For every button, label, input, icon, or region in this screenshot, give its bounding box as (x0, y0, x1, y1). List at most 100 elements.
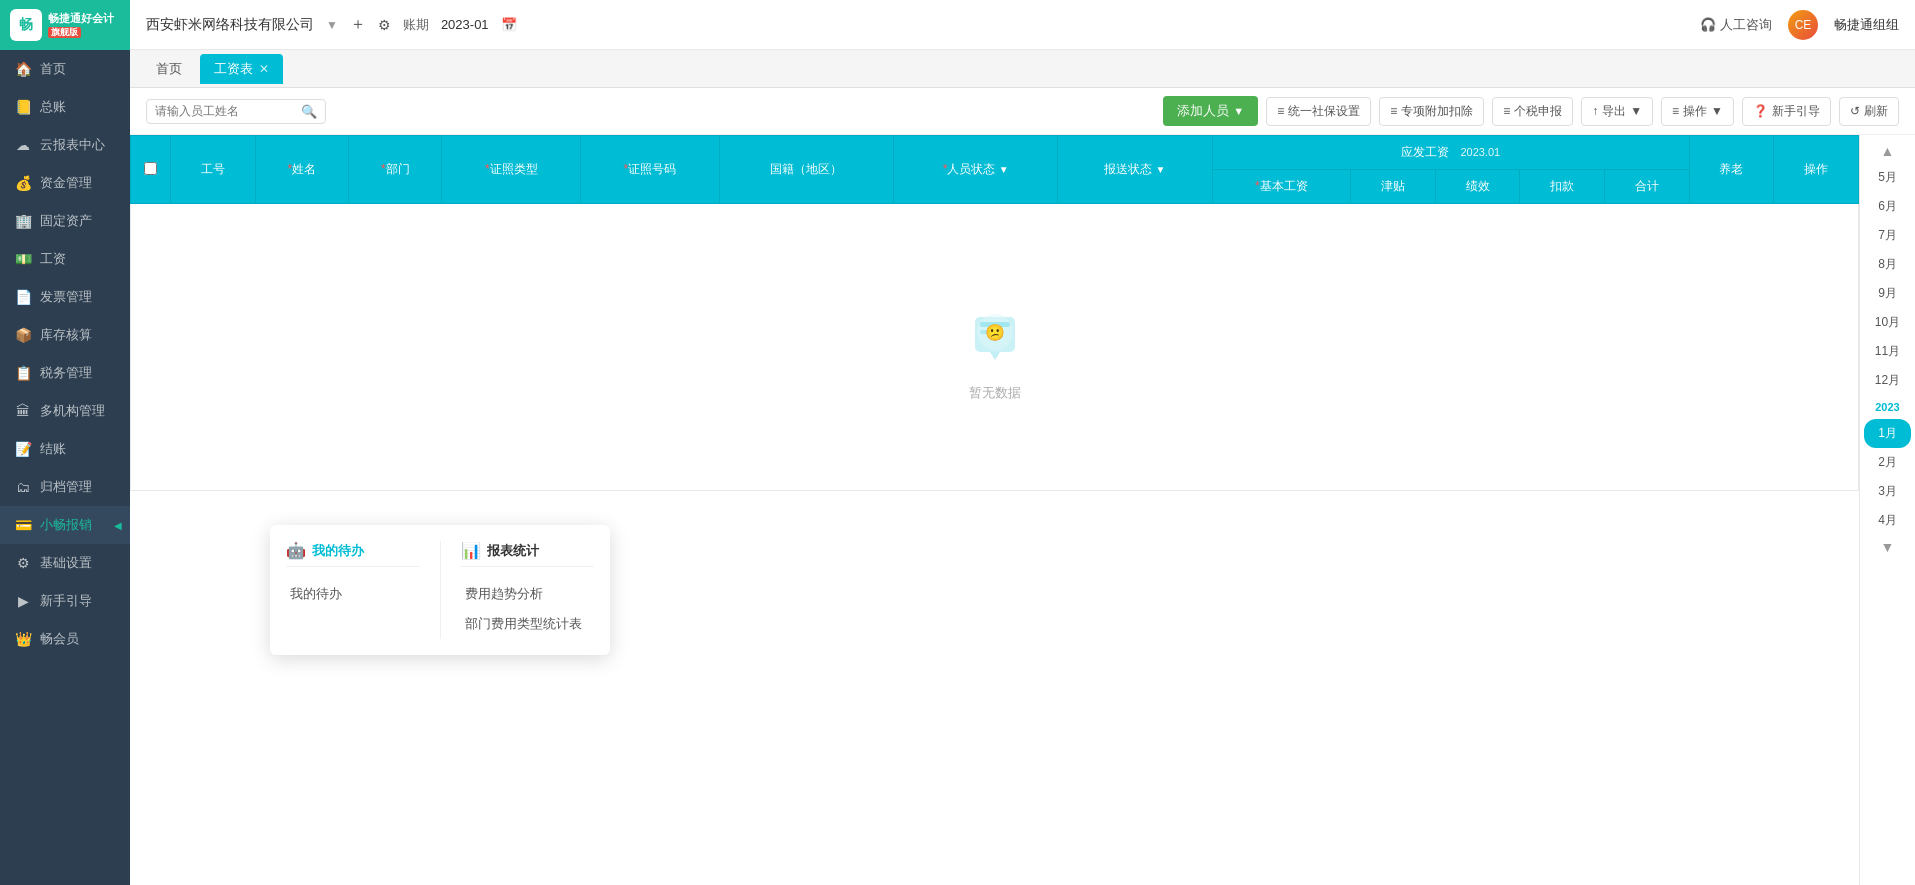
empty-illustration: 😕 (955, 292, 1035, 372)
month-2022-12[interactable]: 12月 (1860, 366, 1915, 395)
sidebar-item-tax[interactable]: 📋 税务管理 (0, 354, 130, 392)
refresh-label: 刷新 (1864, 103, 1888, 120)
sidebar-label-archive: 归档管理 (40, 478, 92, 496)
month-2022-10[interactable]: 10月 (1860, 308, 1915, 337)
month-2023-1[interactable]: 1月 (1864, 419, 1911, 448)
refresh-button[interactable]: ↺ 刷新 (1839, 97, 1899, 126)
tax-return-label: 个税申报 (1514, 103, 1562, 120)
month-2023-2[interactable]: 2月 (1860, 448, 1915, 477)
sidebar-label-tax: 税务管理 (40, 364, 92, 382)
month-2022-6[interactable]: 6月 (1860, 192, 1915, 221)
sidebar-item-guide[interactable]: ▶ 新手引导 (0, 582, 130, 620)
add-person-button[interactable]: 添加人员 ▼ (1163, 96, 1258, 126)
th-basic-wage: *基本工资 (1212, 170, 1351, 204)
user-avatar: CE (1788, 10, 1818, 40)
sidebar-label-funds: 资金管理 (40, 174, 92, 192)
sidebar-item-archive[interactable]: 🗂 归档管理 (0, 468, 130, 506)
export-label: 导出 (1602, 103, 1626, 120)
empty-state: 😕 暂无数据 (141, 212, 1848, 482)
sidebar-label-home: 首页 (40, 60, 66, 78)
operation-button[interactable]: ≡ 操作 ▼ (1661, 97, 1734, 126)
sidebar-item-settings[interactable]: ⚙ 基础设置 (0, 544, 130, 582)
sidebar-item-salary[interactable]: 💵 工资 (0, 240, 130, 278)
popup-item-cost-trend[interactable]: 费用趋势分析 (461, 579, 595, 609)
tab-home-label: 首页 (156, 60, 182, 78)
sidebar-label-closing: 结账 (40, 440, 66, 458)
sidebar-label-guide: 新手引导 (40, 592, 92, 610)
invoice-icon: 📄 (14, 289, 32, 305)
export-arrow: ▼ (1630, 104, 1642, 118)
svg-marker-5 (990, 352, 1000, 360)
todo-icon: 🤖 (286, 541, 306, 560)
popup-columns: 🤖 我的待办 我的待办 📊 报表统计 费用趋势分析 部门费用类型统计表 (286, 541, 594, 639)
sidebar-item-ledger[interactable]: 📒 总账 (0, 88, 130, 126)
guide-btn-label: 新手引导 (1772, 103, 1820, 120)
sidebar-label-cloud: 云报表中心 (40, 136, 105, 154)
add-company-button[interactable]: ＋ (350, 14, 366, 35)
topbar-right: 🎧 人工咨询 CE 畅捷通组组 (1700, 10, 1899, 40)
period-label: 账期 (403, 16, 429, 34)
sidebar-item-funds[interactable]: 💰 资金管理 (0, 164, 130, 202)
sidebar-arrow: ◀ (114, 520, 122, 531)
calendar-icon[interactable]: 📅 (501, 17, 517, 32)
special-deduction-icon: ≡ (1390, 104, 1397, 118)
funds-icon: 💰 (14, 175, 32, 191)
th-dept: *部门 (349, 136, 442, 204)
inventory-icon: 📦 (14, 327, 32, 343)
add-dropdown-arrow: ▼ (1233, 105, 1244, 117)
headset-icon: 🎧 (1700, 17, 1716, 32)
sidebar-item-closing[interactable]: 📝 结账 (0, 430, 130, 468)
sidebar-item-invoice[interactable]: 📄 发票管理 (0, 278, 130, 316)
tax-return-button[interactable]: ≡ 个税申报 (1492, 97, 1573, 126)
month-nav-down[interactable]: ▼ (1877, 535, 1899, 559)
month-nav-up[interactable]: ▲ (1877, 139, 1899, 163)
toolbar-actions: 添加人员 ▼ ≡ 统一社保设置 ≡ 专项附加扣除 ≡ 个税申报 ↑ 导出 ▼ ≡ (1163, 96, 1899, 126)
sidebar-item-cloud[interactable]: ☁ 云报表中心 (0, 126, 130, 164)
sidebar-label-settings: 基础设置 (40, 554, 92, 572)
report-icon: 📊 (461, 541, 481, 560)
search-icon: 🔍 (301, 104, 317, 119)
th-send-status: 报送状态 ▼ (1057, 136, 1212, 204)
sidebar-item-assets[interactable]: 🏢 固定资产 (0, 202, 130, 240)
special-deduction-button[interactable]: ≡ 专项附加扣除 (1379, 97, 1484, 126)
month-2022-8[interactable]: 8月 (1860, 250, 1915, 279)
app-name: 畅捷通好会计 (48, 12, 114, 25)
social-security-button[interactable]: ≡ 统一社保设置 (1266, 97, 1371, 126)
select-all-checkbox[interactable] (144, 162, 157, 175)
guide-button[interactable]: ❓ 新手引导 (1742, 97, 1831, 126)
month-2022-9[interactable]: 9月 (1860, 279, 1915, 308)
company-name: 西安虾米网络科技有限公司 (146, 16, 314, 34)
year-2023-label: 2023 (1860, 395, 1915, 419)
sidebar: 畅 畅捷通好会计 旗舰版 🏠 首页 📒 总账 ☁ 云报表中心 💰 资金管理 🏢 … (0, 0, 130, 885)
sidebar-item-expense[interactable]: 💳 小畅报销 ◀ (0, 506, 130, 544)
month-2023-4[interactable]: 4月 (1860, 506, 1915, 535)
company-dropdown-arrow[interactable]: ▼ (326, 18, 338, 32)
service-button[interactable]: 🎧 人工咨询 (1700, 16, 1772, 34)
tab-close-icon[interactable]: ✕ (259, 62, 269, 76)
logo-icon: 畅 (10, 9, 42, 41)
popup-item-dept-cost[interactable]: 部门费用类型统计表 (461, 609, 595, 639)
month-2023-3[interactable]: 3月 (1860, 477, 1915, 506)
sidebar-item-member[interactable]: 👑 畅会员 (0, 620, 130, 658)
svg-text:😕: 😕 (985, 323, 1005, 342)
special-deduction-label: 专项附加扣除 (1401, 103, 1473, 120)
popup-divider (440, 541, 441, 639)
avatar-initials: CE (1795, 18, 1812, 32)
settings-gear-icon[interactable]: ⚙ (378, 17, 391, 33)
search-box: 🔍 (146, 99, 326, 124)
search-input[interactable] (155, 104, 295, 118)
sidebar-item-home[interactable]: 🏠 首页 (0, 50, 130, 88)
th-idno: *证照号码 (580, 136, 719, 204)
tab-home[interactable]: 首页 (142, 54, 196, 84)
export-button[interactable]: ↑ 导出 ▼ (1581, 97, 1653, 126)
sidebar-item-multi[interactable]: 🏛 多机构管理 (0, 392, 130, 430)
month-2022-5[interactable]: 5月 (1860, 163, 1915, 192)
tab-salary[interactable]: 工资表 ✕ (200, 54, 283, 84)
month-2022-11[interactable]: 11月 (1860, 337, 1915, 366)
sidebar-item-inventory[interactable]: 📦 库存核算 (0, 316, 130, 354)
th-checkbox (131, 136, 171, 204)
th-total: 合计 (1605, 170, 1690, 204)
export-icon: ↑ (1592, 104, 1598, 118)
month-2022-7[interactable]: 7月 (1860, 221, 1915, 250)
popup-item-my-todo[interactable]: 我的待办 (286, 579, 420, 609)
